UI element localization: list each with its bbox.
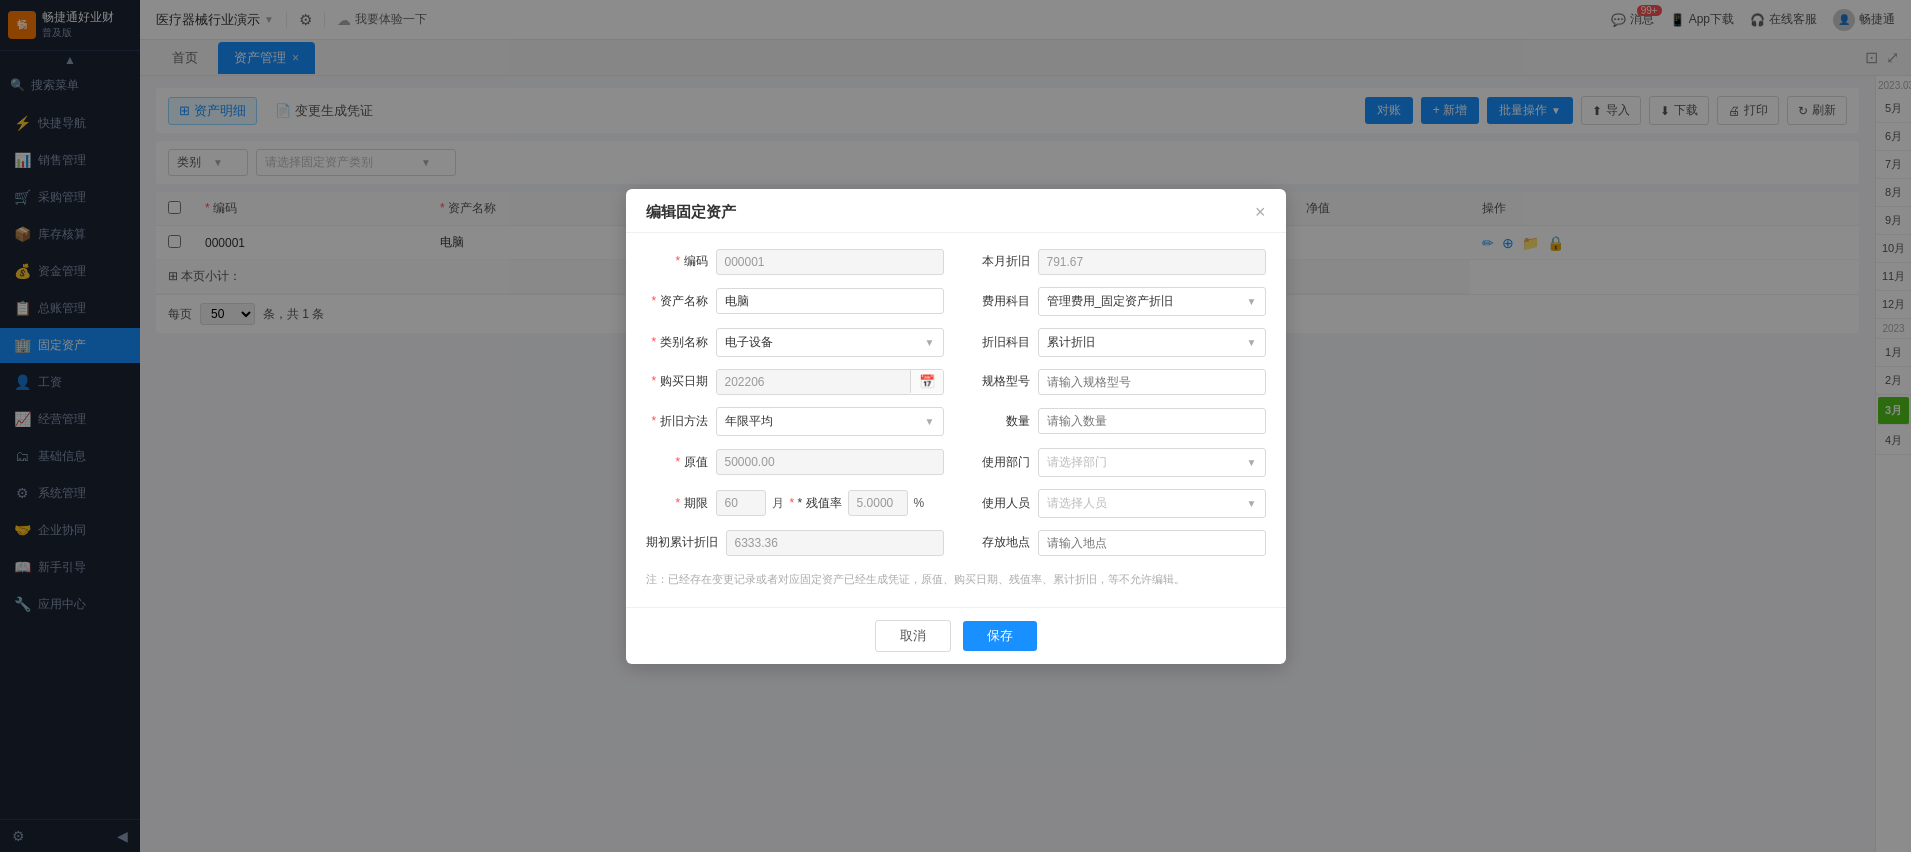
expense-subject-label: 费用科目	[968, 293, 1030, 310]
form-row-expense-subject: 费用科目 管理费用_固定资产折旧 ▼	[968, 287, 1266, 316]
period-inline-group: 月 * 残值率 %	[716, 490, 944, 516]
form-row-quantity: 数量	[968, 407, 1266, 436]
original-value-input	[716, 449, 944, 475]
spec-label: 规格型号	[968, 373, 1030, 390]
form-row-purchase-date: 购买日期 📅	[646, 369, 944, 395]
location-label: 存放地点	[968, 534, 1030, 551]
calendar-icon[interactable]: 📅	[910, 370, 943, 393]
department-placeholder: 请选择部门	[1047, 454, 1107, 471]
department-label: 使用部门	[968, 454, 1030, 471]
monthly-dep-label: 本月折旧	[968, 253, 1030, 270]
user-label: 使用人员	[968, 495, 1030, 512]
chevron-down-icon: ▼	[925, 337, 935, 348]
department-select[interactable]: 请选择部门 ▼	[1038, 448, 1266, 477]
residual-rate-input	[848, 490, 908, 516]
original-value-label: 原值	[646, 454, 708, 471]
user-select[interactable]: 请选择人员 ▼	[1038, 489, 1266, 518]
modal-form: 编码 本月折旧 资产名称 费用科目 管理费用_固定资产折旧 ▼	[646, 249, 1266, 591]
expense-subject-value: 管理费用_固定资产折旧	[1047, 293, 1174, 310]
dep-method-value: 年限平均	[725, 413, 773, 430]
edit-asset-modal: 编辑固定资产 × 编码 本月折旧 资产名称	[626, 189, 1286, 664]
form-row-monthly-dep: 本月折旧	[968, 249, 1266, 275]
chevron-down-icon: ▼	[925, 416, 935, 427]
period-input	[716, 490, 766, 516]
modal-overlay: 编辑固定资产 × 编码 本月折旧 资产名称	[0, 0, 1911, 852]
period-unit-label: 月	[772, 495, 784, 512]
initial-dep-label: 期初累计折旧	[646, 534, 718, 551]
form-row-department: 使用部门 请选择部门 ▼	[968, 448, 1266, 477]
form-row-dep-subject: 折旧科目 累计折旧 ▼	[968, 328, 1266, 357]
user-placeholder: 请选择人员	[1047, 495, 1107, 512]
dep-subject-label: 折旧科目	[968, 334, 1030, 351]
chevron-down-icon: ▼	[1247, 296, 1257, 307]
form-row-dep-method: 折旧方法 年限平均 ▼	[646, 407, 944, 436]
form-row-spec: 规格型号	[968, 369, 1266, 395]
modal-note: 注：已经存在变更记录或者对应固定资产已经生成凭证，原值、购买日期、残值率、累计折…	[646, 568, 1266, 591]
dep-subject-value: 累计折旧	[1047, 334, 1095, 351]
chevron-down-icon: ▼	[1247, 457, 1257, 468]
form-row-asset-name: 资产名称	[646, 287, 944, 316]
monthly-dep-input	[1038, 249, 1266, 275]
form-row-user: 使用人员 请选择人员 ▼	[968, 489, 1266, 518]
form-row-location: 存放地点	[968, 530, 1266, 556]
category-select[interactable]: 电子设备 ▼	[716, 328, 944, 357]
chevron-down-icon: ▼	[1247, 337, 1257, 348]
category-value: 电子设备	[725, 334, 773, 351]
form-row-period: 期限 月 * 残值率 %	[646, 489, 944, 518]
dep-method-label: 折旧方法	[646, 413, 708, 430]
purchase-date-field: 📅	[716, 369, 944, 395]
expense-subject-select[interactable]: 管理费用_固定资产折旧 ▼	[1038, 287, 1266, 316]
location-input[interactable]	[1038, 530, 1266, 556]
category-label: 类别名称	[646, 334, 708, 351]
save-btn[interactable]: 保存	[963, 621, 1037, 651]
asset-name-input[interactable]	[716, 288, 944, 314]
modal-close-btn[interactable]: ×	[1255, 203, 1266, 221]
code-label: 编码	[646, 253, 708, 270]
modal-title: 编辑固定资产	[646, 203, 736, 222]
initial-dep-input	[726, 530, 944, 556]
purchase-date-input	[717, 370, 910, 394]
asset-name-label: 资产名称	[646, 293, 708, 310]
form-row-original-value: 原值	[646, 448, 944, 477]
chevron-down-icon: ▼	[1247, 498, 1257, 509]
period-label: 期限	[646, 495, 708, 512]
dep-subject-select[interactable]: 累计折旧 ▼	[1038, 328, 1266, 357]
residual-rate-unit-label: %	[914, 496, 925, 510]
quantity-label: 数量	[968, 413, 1030, 430]
cancel-btn[interactable]: 取消	[875, 620, 951, 652]
residual-rate-label: * 残值率	[790, 495, 842, 512]
quantity-input[interactable]	[1038, 408, 1266, 434]
form-row-initial-dep: 期初累计折旧	[646, 530, 944, 556]
form-row-category: 类别名称 电子设备 ▼	[646, 328, 944, 357]
spec-input[interactable]	[1038, 369, 1266, 395]
modal-body: 编码 本月折旧 资产名称 费用科目 管理费用_固定资产折旧 ▼	[626, 233, 1286, 607]
purchase-date-label: 购买日期	[646, 373, 708, 390]
dep-method-select[interactable]: 年限平均 ▼	[716, 407, 944, 436]
form-row-code: 编码	[646, 249, 944, 275]
modal-header: 编辑固定资产 ×	[626, 189, 1286, 233]
modal-footer: 取消 保存	[626, 607, 1286, 664]
code-input[interactable]	[716, 249, 944, 275]
